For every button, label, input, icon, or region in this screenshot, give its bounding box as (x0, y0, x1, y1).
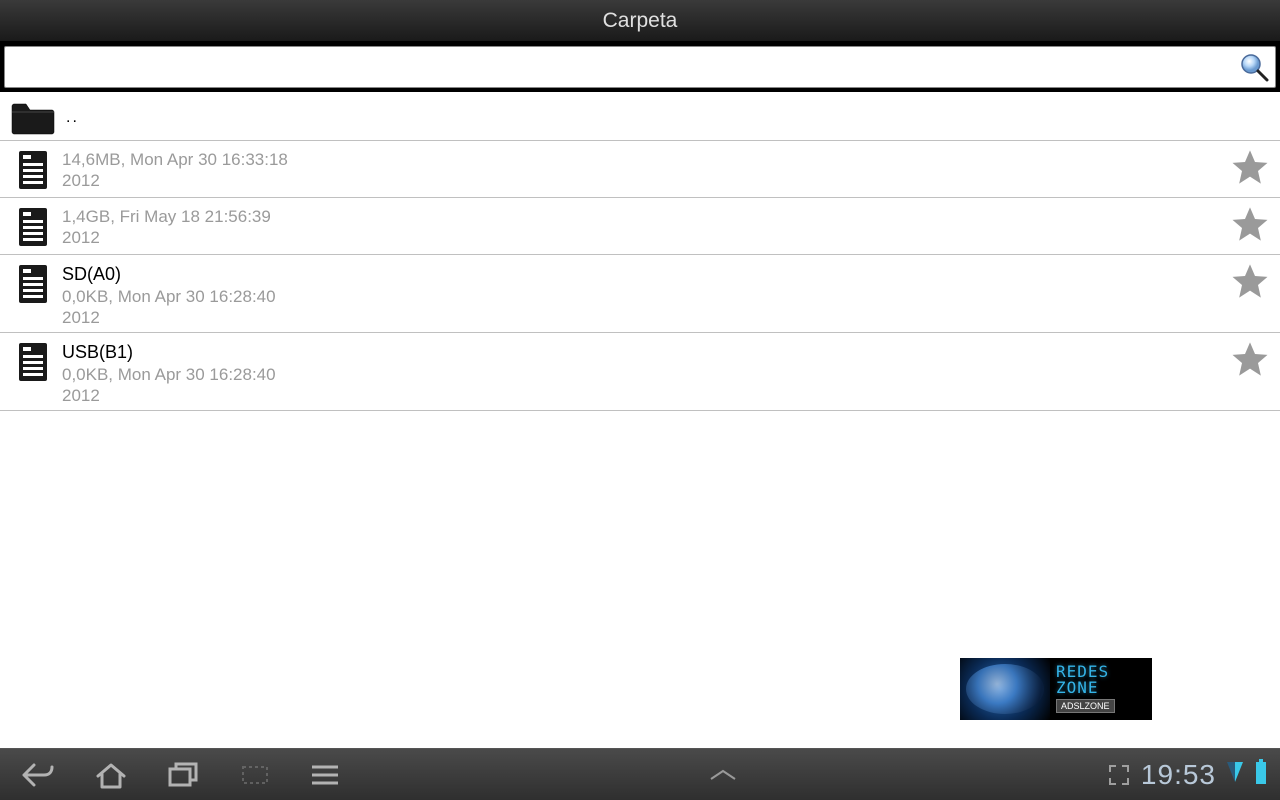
menu-icon (310, 764, 340, 786)
star-icon (1230, 261, 1270, 301)
search-input[interactable] (5, 57, 1233, 78)
title-bar: Carpeta (0, 0, 1280, 42)
home-icon (94, 761, 128, 789)
file-meta: 0,0KB, Mon Apr 30 16:28:40 (62, 364, 1224, 385)
file-year: 2012 (62, 227, 1224, 248)
file-row[interactable]: SD(A0) 0,0KB, Mon Apr 30 16:28:40 2012 (0, 255, 1280, 333)
star-icon (1230, 339, 1270, 379)
app-title: Carpeta (603, 9, 678, 33)
screenshot-button[interactable] (238, 762, 272, 788)
ad-globe-icon (960, 658, 1050, 720)
file-name: SD(A0) (62, 263, 1224, 286)
menu-button[interactable] (310, 764, 340, 786)
file-meta: 14,6MB, Mon Apr 30 16:33:18 (62, 149, 1224, 170)
file-icon (4, 339, 62, 385)
chevron-up-icon (707, 767, 739, 783)
file-name: USB(B1) (62, 341, 1224, 364)
favorite-button[interactable] (1224, 339, 1276, 379)
file-year: 2012 (62, 170, 1224, 191)
file-row[interactable]: 14,6MB, Mon Apr 30 16:33:18 2012 (0, 141, 1280, 198)
file-year: 2012 (62, 307, 1224, 328)
screenshot-icon (238, 762, 272, 788)
search-button[interactable] (1233, 46, 1275, 88)
home-button[interactable] (94, 761, 128, 789)
battery-icon (1254, 759, 1268, 790)
file-icon (4, 261, 62, 307)
fullscreen-button[interactable] (1107, 763, 1131, 787)
search-bar (0, 42, 1280, 92)
favorite-button[interactable] (1224, 261, 1276, 301)
file-list: .. 14,6MB, Mon Apr 30 16:33:18 2012 1,4G… (0, 92, 1280, 411)
file-row[interactable]: 1,4GB, Fri May 18 21:56:39 2012 (0, 198, 1280, 255)
ad-text: REDES ZONE ADSLZONE (1050, 660, 1152, 718)
parent-directory-row[interactable]: .. (0, 92, 1280, 141)
file-year: 2012 (62, 385, 1224, 406)
file-row[interactable]: USB(B1) 0,0KB, Mon Apr 30 16:28:40 2012 (0, 333, 1280, 411)
search-field-container (4, 46, 1276, 88)
expand-icon (1107, 763, 1131, 787)
magnifier-icon (1239, 52, 1269, 82)
ad-subtitle: ADSLZONE (1056, 699, 1115, 713)
folder-icon (4, 98, 62, 136)
expand-handle[interactable] (707, 767, 739, 783)
star-icon (1230, 147, 1270, 187)
file-icon (4, 204, 62, 250)
file-icon (4, 147, 62, 193)
recent-apps-icon (166, 761, 200, 789)
parent-dir-label: .. (62, 108, 1276, 128)
wifi-icon (1226, 760, 1244, 789)
recent-apps-button[interactable] (166, 761, 200, 789)
star-icon (1230, 204, 1270, 244)
favorite-button[interactable] (1224, 204, 1276, 244)
status-clock[interactable]: 19:53 (1141, 759, 1216, 791)
back-icon (20, 761, 56, 789)
file-meta: 0,0KB, Mon Apr 30 16:28:40 (62, 286, 1224, 307)
ad-banner[interactable]: REDES ZONE ADSLZONE (960, 658, 1152, 720)
file-meta: 1,4GB, Fri May 18 21:56:39 (62, 206, 1224, 227)
ad-title-line2: ZONE (1056, 680, 1146, 696)
favorite-button[interactable] (1224, 147, 1276, 187)
system-nav-bar: 19:53 (0, 748, 1280, 800)
back-button[interactable] (20, 761, 56, 789)
